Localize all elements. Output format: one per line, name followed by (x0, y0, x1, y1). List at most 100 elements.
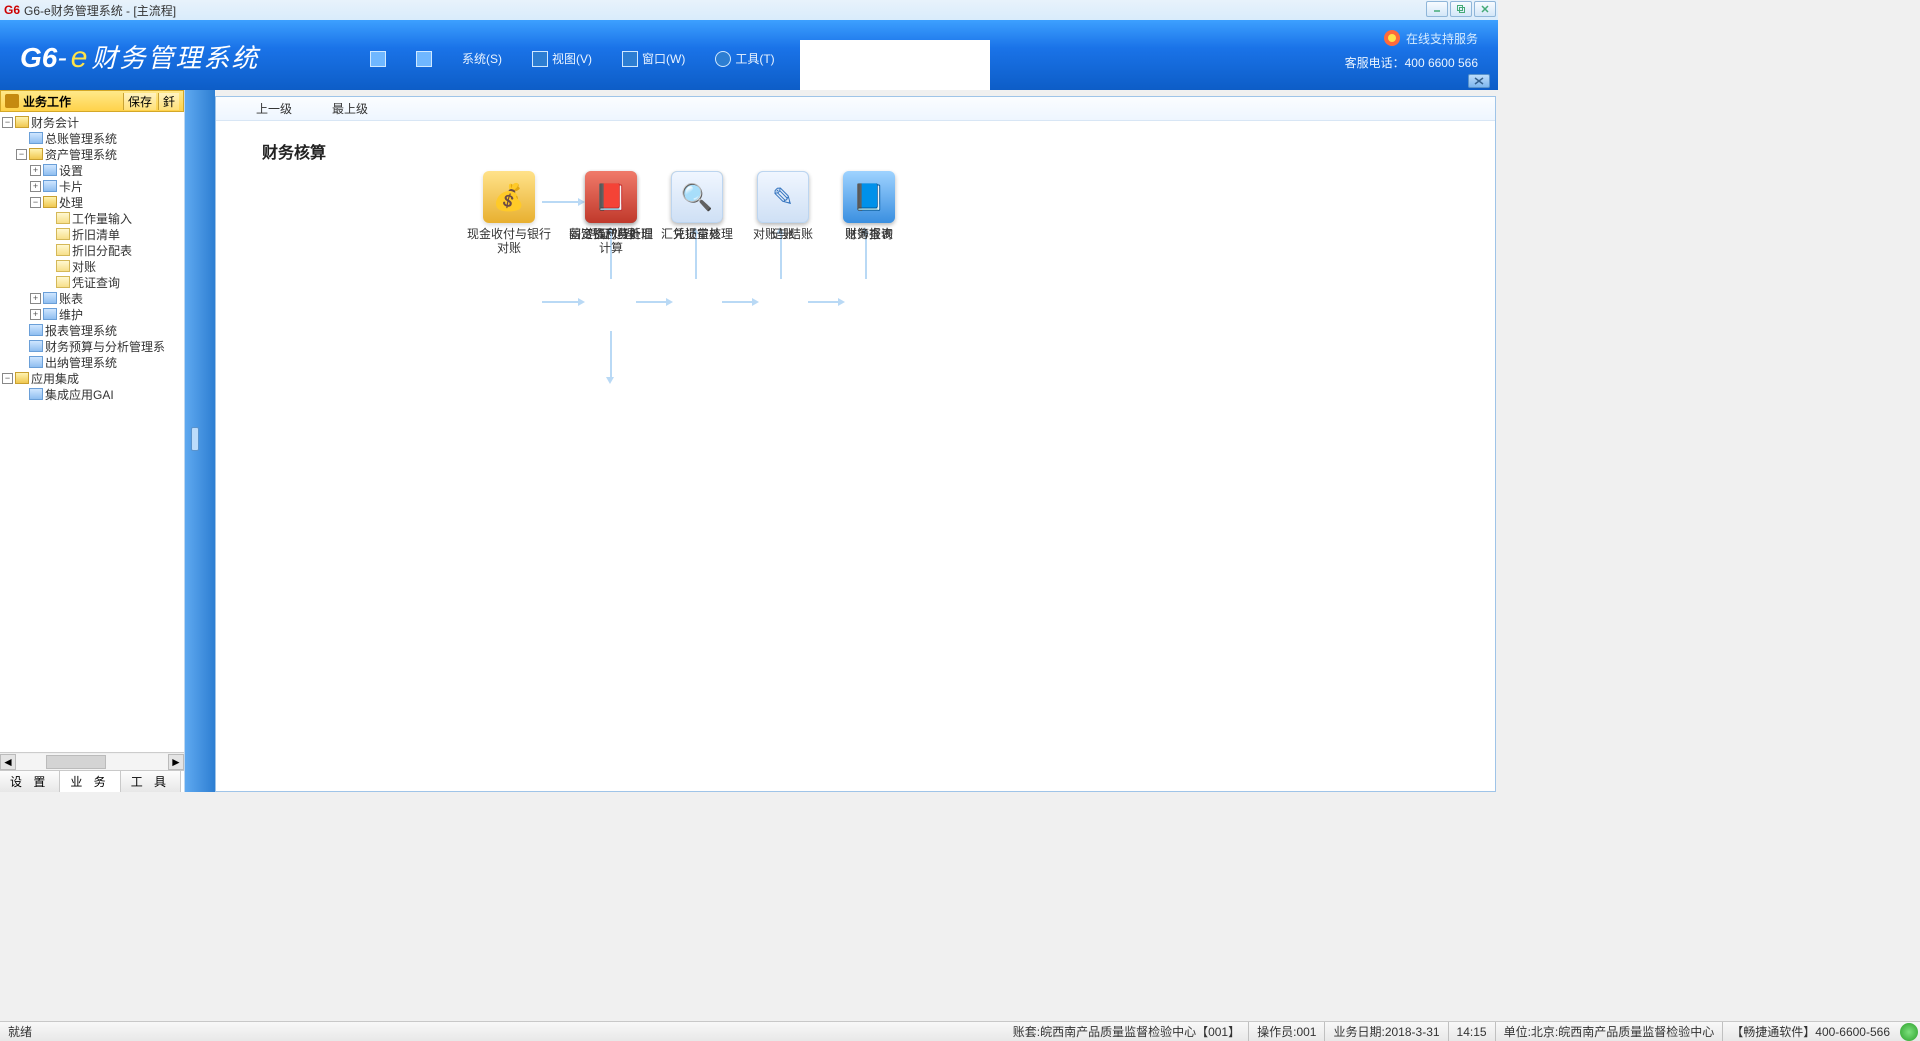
tree-node-appint[interactable]: −应用集成 (2, 370, 182, 386)
folder-icon (43, 292, 57, 304)
status-time: 14:15 (1449, 1022, 1496, 1041)
scroll-right-icon[interactable]: ► (168, 754, 184, 770)
tree-node-gl[interactable]: 总账管理系统 (2, 130, 182, 146)
tree-node-depalloc[interactable]: 折旧分配表 (2, 242, 182, 258)
sidebar-header: 业务工作 保存 釺 (0, 90, 184, 112)
status-ready: 就绪 (0, 1022, 40, 1041)
tree-node-reportmgr[interactable]: 报表管理系统 (2, 322, 182, 338)
breadcrumb-top[interactable]: 最上级 (332, 100, 368, 117)
view-icon (532, 51, 548, 67)
header: G6 - e 财务管理系统 系统(S) 视图(V) 窗口(W) 工具(T) 在线… (0, 20, 1498, 90)
tree-node-voucherq[interactable]: 凭证查询 (2, 274, 182, 290)
page-title: 财务核算 (262, 139, 1495, 163)
minimize-button[interactable] (1426, 1, 1448, 17)
menu-icon-2[interactable] (416, 51, 432, 67)
tree-node-setting[interactable]: +设置 (2, 162, 182, 178)
tree-node-check[interactable]: 对账 (2, 258, 182, 274)
window-title: G6-e财务管理系统 - [主流程] (24, 2, 176, 19)
grid-icon (416, 51, 432, 67)
sidebar-save-button[interactable]: 保存 (123, 93, 156, 110)
book-icon: 📘 (843, 171, 895, 223)
breadcrumb: 上一级 最上级 (216, 97, 1495, 121)
status-date: 业务日期:2018-3-31 (1325, 1022, 1448, 1041)
app-logo: G6 - e 财务管理系统 (20, 38, 259, 75)
status-book: 账套:皖西南产品质量监督检验中心【001】 (1005, 1022, 1249, 1041)
tree-node-finance[interactable]: −财务会计 (2, 114, 182, 130)
sidebar-hscroll[interactable]: ◄ ► (0, 752, 184, 770)
breadcrumb-up[interactable]: 上一级 (256, 100, 292, 117)
magnifier-icon: 🔍 (671, 171, 723, 223)
sidebar: 业务工作 保存 釺 −财务会计 总账管理系统 −资产管理系统 +设置 +卡片 −… (0, 90, 185, 792)
salary-icon: 📕 (585, 171, 637, 223)
status-user: 操作员:001 (1249, 1022, 1325, 1041)
pen-icon: ✎ (757, 171, 809, 223)
folder-icon (29, 340, 43, 352)
tree-node-asset[interactable]: −资产管理系统 (2, 146, 182, 162)
folder-open-icon (29, 148, 43, 160)
scroll-left-icon[interactable]: ◄ (0, 754, 16, 770)
sidebar-header-title: 业务工作 (23, 93, 71, 110)
folder-icon (43, 180, 57, 192)
status-vendor: 【畅捷通软件】400-6600-566 (1723, 1022, 1898, 1041)
menu-tools[interactable]: 工具(T) (715, 50, 774, 67)
service-phone: 客服电话：400 6600 566 (1345, 54, 1478, 71)
window-icon (622, 51, 638, 67)
splitter-grip-icon[interactable] (191, 427, 199, 451)
nav-tree[interactable]: −财务会计 总账管理系统 −资产管理系统 +设置 +卡片 −处理 工作量输入 折… (0, 112, 184, 752)
online-support[interactable]: 在线支持服务 (1382, 28, 1478, 48)
folder-icon (29, 388, 43, 400)
support-icon (1382, 28, 1402, 48)
tree-node-workload[interactable]: 工作量输入 (2, 210, 182, 226)
folder-open-icon (43, 196, 57, 208)
sidebar-tab-tools[interactable]: 工 具 (121, 771, 181, 792)
tree-node-card[interactable]: +卡片 (2, 178, 182, 194)
folder-icon (43, 308, 57, 320)
status-unit: 单位:北京:皖西南产品质量监督检验中心 (1496, 1022, 1724, 1041)
tree-node-gai[interactable]: 集成应用GAI (2, 386, 182, 402)
flow-node-cashbank[interactable]: 💰 现金收付与银行对账 (466, 171, 552, 255)
leaf-icon (56, 212, 70, 224)
sidebar-tab-settings[interactable]: 设 置 (0, 771, 60, 792)
scroll-thumb[interactable] (46, 755, 106, 769)
sidebar-extra-button[interactable]: 釺 (158, 93, 179, 110)
maximize-button[interactable] (1450, 1, 1472, 17)
folder-icon (29, 132, 43, 144)
titlebar: G6 G6-e财务管理系统 - [主流程] (0, 0, 1498, 20)
flow-node-salary[interactable]: 📕 薪资福利费处理 (568, 171, 654, 241)
folder-icon (29, 356, 43, 368)
folder-icon (43, 164, 57, 176)
flow-node-book[interactable]: 📘 账簿查询 (826, 171, 912, 241)
folder-open-icon (15, 372, 29, 384)
tree-node-process[interactable]: −处理 (2, 194, 182, 210)
cash-icon: 💰 (483, 171, 535, 223)
leaf-icon (56, 276, 70, 288)
titlebar-logo-icon: G6 (4, 3, 20, 17)
leaf-icon (56, 260, 70, 272)
tree-node-deplist[interactable]: 折旧清单 (2, 226, 182, 242)
leaf-icon (56, 244, 70, 256)
tree-node-ledger[interactable]: +账表 (2, 290, 182, 306)
sidebar-tab-business[interactable]: 业 务 (60, 771, 120, 792)
mdi-close-button[interactable] (1468, 74, 1490, 88)
close-button[interactable] (1474, 1, 1496, 17)
folder-icon (29, 324, 43, 336)
flow-diagram: 📦 固定资产与折旧计算 ¥ 汇兑损益处理 🗎 对账与结账 📄 财务报表 💰 现金… (256, 171, 1495, 471)
monitor-icon (370, 51, 386, 67)
menu-window[interactable]: 窗口(W) (622, 50, 685, 67)
menu-icon-1[interactable] (370, 51, 386, 67)
main-menu: 系统(S) 视图(V) 窗口(W) 工具(T) (370, 50, 775, 67)
flow-node-post[interactable]: ✎ 记账 (740, 171, 826, 241)
splitter[interactable] (185, 90, 215, 792)
sidebar-header-icon (5, 94, 19, 108)
flow-node-audit[interactable]: 🔍 凭证审核 (654, 171, 740, 241)
status-indicator-icon (1900, 1023, 1918, 1041)
folder-open-icon (15, 116, 29, 128)
tree-node-budget[interactable]: 财务预算与分析管理系 (2, 338, 182, 354)
tree-node-maintain[interactable]: +维护 (2, 306, 182, 322)
menu-system[interactable]: 系统(S) (462, 50, 502, 67)
sidebar-tabs: 设 置 业 务 工 具 (0, 770, 184, 792)
menu-view[interactable]: 视图(V) (532, 50, 592, 67)
main-panel: 上一级 最上级 财务核算 📦 (215, 96, 1496, 792)
close-icon (1474, 77, 1484, 85)
tree-node-cashier[interactable]: 出纳管理系统 (2, 354, 182, 370)
